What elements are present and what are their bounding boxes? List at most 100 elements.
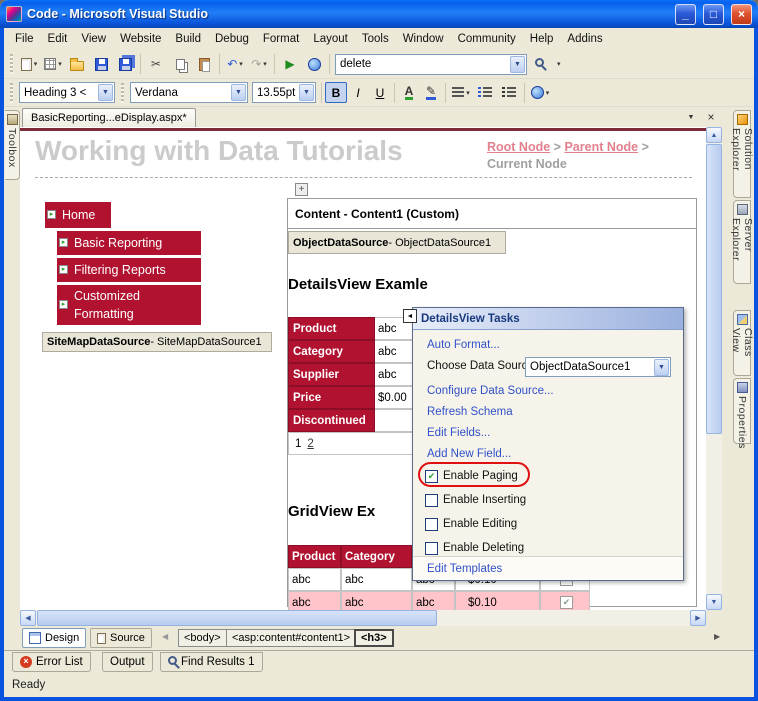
italic-button[interactable]: I <box>347 82 369 103</box>
menu-file[interactable]: File <box>8 30 41 48</box>
toolbox-tab[interactable]: Toolbox <box>5 110 20 180</box>
tag-nav-left-icon[interactable]: ◀ <box>162 632 168 641</box>
bullet-list-button[interactable] <box>497 81 521 105</box>
tab-close-icon[interactable]: × <box>704 110 718 124</box>
menu-build[interactable]: Build <box>168 30 208 48</box>
menu-community[interactable]: Community <box>451 30 523 48</box>
combo-arrow-icon[interactable]: ▼ <box>98 84 113 101</box>
refresh-schema-link[interactable]: Refresh Schema <box>427 406 513 418</box>
title-bar[interactable]: Code - Microsoft Visual Studio _ □ × <box>0 0 758 28</box>
enable-deleting-checkbox[interactable] <box>425 541 438 555</box>
menu-addins[interactable]: Addins <box>560 30 609 48</box>
design-surface[interactable]: Working with Data Tutorials Root Node > … <box>20 127 706 610</box>
scroll-down-icon[interactable]: ▼ <box>706 594 722 610</box>
auto-format-link[interactable]: Auto Format... <box>427 339 500 351</box>
toolbar-overflow-icon[interactable]: ▾ <box>557 60 561 68</box>
find-button[interactable] <box>529 52 553 76</box>
browse-button[interactable] <box>302 52 326 76</box>
menu-window[interactable]: Window <box>396 30 451 48</box>
breadcrumb-root-link[interactable]: Root Node <box>487 140 550 154</box>
maximize-button[interactable]: □ <box>703 3 724 25</box>
menu-website[interactable]: Website <box>113 30 168 48</box>
tag-nav-right-icon[interactable]: ▶ <box>714 632 720 641</box>
vertical-scrollbar[interactable]: ▲ ▼ <box>706 127 722 610</box>
output-tab[interactable]: Output <box>102 652 153 672</box>
data-source-select[interactable]: ObjectDataSource1 ▼ <box>525 357 671 377</box>
scroll-up-icon[interactable]: ▲ <box>706 127 722 143</box>
horizontal-scrollbar[interactable]: ◀ ▶ <box>20 610 706 626</box>
redo-button[interactable]: ↷ ▾ <box>247 52 271 76</box>
tag-h3[interactable]: <h3> <box>354 629 394 647</box>
edit-templates-link[interactable]: Edit Templates <box>427 563 502 575</box>
nav-item-home[interactable]: ▸ Home <box>45 202 111 228</box>
menu-help[interactable]: Help <box>523 30 561 48</box>
scroll-right-icon[interactable]: ▶ <box>690 610 706 626</box>
combo-arrow-icon[interactable]: ▼ <box>299 84 314 101</box>
style-combo[interactable]: Heading 3 < ▼ <box>19 82 115 103</box>
tag-body[interactable]: <body> <box>178 629 227 647</box>
search-combo[interactable]: ▼ <box>335 53 527 75</box>
menu-format[interactable]: Format <box>256 30 306 48</box>
highlight-button[interactable]: ✎ <box>420 82 442 103</box>
menu-debug[interactable]: Debug <box>208 30 256 48</box>
edit-fields-link[interactable]: Edit Fields... <box>427 427 490 439</box>
save-button[interactable] <box>89 52 113 76</box>
undo-button[interactable]: ↶ ▾ <box>223 52 247 76</box>
menu-view[interactable]: View <box>74 30 113 48</box>
properties-tab[interactable]: Properties <box>733 378 751 449</box>
menu-tools[interactable]: Tools <box>355 30 396 48</box>
breadcrumb-parent-link[interactable]: Parent Node <box>564 140 638 154</box>
align-button[interactable]: ▾ <box>449 81 473 105</box>
class-view-tab[interactable]: Class View <box>730 310 754 376</box>
error-list-tab[interactable]: Error List <box>12 652 91 672</box>
sitemapdatasource-control[interactable]: SiteMapDataSource - SiteMapDataSource1 <box>42 332 272 352</box>
server-explorer-tab[interactable]: Server Explorer <box>730 200 754 284</box>
nav-item-filtering-reports[interactable]: ▸ Filtering Reports <box>57 258 201 282</box>
save-all-button[interactable] <box>113 52 137 76</box>
enable-inserting-checkbox[interactable] <box>425 493 438 507</box>
cut-button[interactable]: ✂ <box>144 52 168 76</box>
scroll-left-icon[interactable]: ◀ <box>20 610 36 626</box>
horizontal-scroll-thumb[interactable] <box>37 610 437 626</box>
paste-button[interactable] <box>192 52 216 76</box>
nav-item-basic-reporting[interactable]: ▸ Basic Reporting <box>57 231 201 255</box>
add-item-button[interactable]: ▾ <box>41 52 65 76</box>
menu-edit[interactable]: Edit <box>41 30 75 48</box>
design-view-tab[interactable]: Design <box>22 628 87 648</box>
document-tab[interactable]: BasicReporting...eDisplay.aspx* <box>22 108 196 127</box>
numbered-list-button[interactable] <box>473 81 497 105</box>
tag-asp-content[interactable]: <asp:content#content1> <box>226 629 357 647</box>
toolbar-grip[interactable] <box>121 82 124 103</box>
find-results-tab[interactable]: Find Results 1 <box>160 652 263 672</box>
solution-explorer-tab[interactable]: Solution Explorer <box>730 110 754 198</box>
configure-data-source-link[interactable]: Configure Data Source... <box>427 385 554 397</box>
open-file-button[interactable] <box>65 52 89 76</box>
toolbar-grip[interactable] <box>10 54 13 74</box>
menu-layout[interactable]: Layout <box>306 30 355 48</box>
pager-page-2-link[interactable]: 2 <box>307 438 313 450</box>
tasks-panel-header[interactable]: DetailsView Tasks <box>413 308 683 330</box>
css-style-button[interactable]: ▾ <box>528 81 552 105</box>
source-view-tab[interactable]: Source <box>90 628 152 648</box>
copy-button[interactable] <box>168 52 192 76</box>
nav-item-customized-formatting[interactable]: ▸ Customized Formatting <box>57 285 201 325</box>
size-combo[interactable]: 13.55pt ▼ <box>252 82 316 103</box>
add-new-field-link[interactable]: Add New Field... <box>427 448 511 460</box>
combo-arrow-icon[interactable]: ▼ <box>654 358 669 376</box>
toolbar-grip[interactable] <box>10 82 13 103</box>
minimize-button[interactable]: _ <box>675 3 696 25</box>
pager-page-1[interactable]: 1 <box>295 438 301 450</box>
font-color-button[interactable]: A <box>398 82 420 103</box>
font-combo[interactable]: Verdana ▼ <box>130 82 248 103</box>
objectdatasource-control[interactable]: ObjectDataSource - ObjectDataSource1 <box>288 231 506 254</box>
new-file-button[interactable]: ▾ <box>17 52 41 76</box>
move-handle[interactable]: + <box>295 183 308 196</box>
combo-arrow-icon[interactable]: ▼ <box>510 55 525 73</box>
search-input[interactable] <box>340 58 509 70</box>
combo-arrow-icon[interactable]: ▼ <box>231 84 246 101</box>
smart-tag-button[interactable]: ◄ <box>403 309 417 323</box>
enable-editing-checkbox[interactable] <box>425 517 438 531</box>
start-debug-button[interactable]: ▶ <box>278 52 302 76</box>
vertical-scroll-thumb[interactable] <box>706 144 722 434</box>
bold-button[interactable]: B <box>325 82 347 103</box>
